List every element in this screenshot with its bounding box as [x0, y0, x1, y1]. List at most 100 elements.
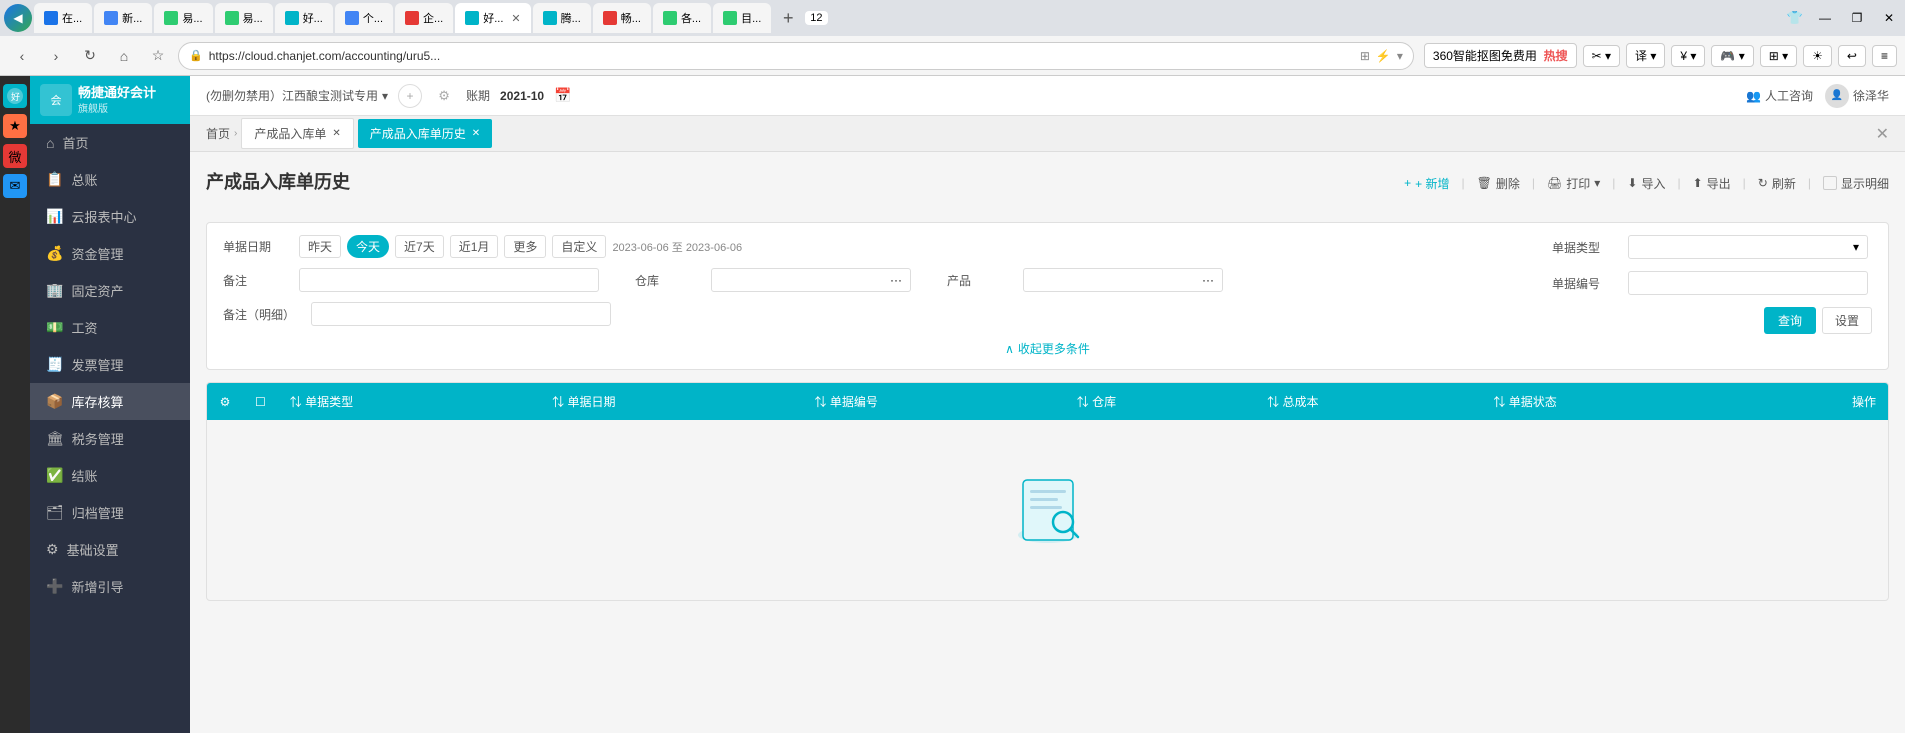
tab-5[interactable]: 好...	[275, 3, 333, 33]
company-selector[interactable]: (勿删勿禁用）江西酿宝测试专用 ▾	[206, 87, 388, 104]
maximize-button[interactable]: ❐	[1845, 6, 1869, 30]
weibo-icon[interactable]: 微	[3, 144, 27, 168]
tab-8-active[interactable]: 好... ✕	[455, 3, 530, 33]
forward-button[interactable]: ›	[42, 42, 70, 70]
nav-item-inventory[interactable]: 📦 库存核算	[30, 383, 190, 420]
show-detail-checkbox[interactable]	[1823, 176, 1837, 190]
tab-2[interactable]: 新...	[94, 3, 152, 33]
date-btn-today[interactable]: 今天	[347, 235, 389, 258]
back-button[interactable]: ‹	[8, 42, 36, 70]
date-btn-more[interactable]: 更多	[504, 235, 546, 258]
tab-bill-history[interactable]: 产成品入库单历史 ✕	[358, 119, 492, 148]
remark-detail-input[interactable]	[311, 302, 611, 326]
settings-gear-icon[interactable]: ⚙	[432, 84, 456, 108]
product-select[interactable]: ···	[1023, 268, 1223, 292]
tab-12[interactable]: 目...	[713, 3, 771, 33]
date-btn-custom[interactable]: 自定义	[552, 235, 606, 258]
game-btn[interactable]: 🎮 ▾	[1711, 45, 1753, 67]
date-btn-7days[interactable]: 近7天	[395, 235, 444, 258]
calendar-icon[interactable]: 📅	[554, 87, 571, 104]
invoice-icon: 🧾	[46, 356, 63, 373]
type-select[interactable]: ▾	[1628, 235, 1868, 259]
new-tab-button[interactable]: +	[773, 3, 803, 33]
nav-item-reports[interactable]: 📊 云报表中心	[30, 198, 190, 235]
translate-btn[interactable]: 译 ▾	[1626, 43, 1665, 68]
tab-bill-list-close[interactable]: ✕	[332, 128, 340, 139]
nav-item-tax[interactable]: 🏛 税务管理	[30, 420, 190, 457]
nav-item-basic[interactable]: ⚙ 基础设置	[30, 531, 190, 568]
close-button[interactable]: ✕	[1877, 6, 1901, 30]
query-buttons: 查询 设置	[1552, 307, 1872, 334]
grid-btn[interactable]: ⊞ ▾	[1760, 45, 1797, 67]
more-btn[interactable]: ≡	[1872, 45, 1897, 67]
tab-7[interactable]: 企...	[395, 3, 453, 33]
tab-9[interactable]: 腾...	[533, 3, 591, 33]
nav-item-checkout[interactable]: ✅ 结账	[30, 457, 190, 494]
tab-bill-history-close[interactable]: ✕	[472, 128, 480, 139]
th-type[interactable]: ⇅ 单据类型	[278, 383, 540, 420]
user-profile[interactable]: 👤 徐泽华	[1825, 84, 1889, 108]
tab-6[interactable]: 个...	[335, 3, 393, 33]
home-button[interactable]: ⌂	[110, 42, 138, 70]
tab-1[interactable]: 在...	[34, 3, 92, 33]
nav-label-general: 总账	[71, 170, 97, 189]
delete-button[interactable]: 🗑 删除	[1477, 175, 1520, 192]
query-button[interactable]: 查询	[1764, 307, 1816, 334]
dropdown-icon[interactable]: ▾	[1397, 49, 1403, 63]
nav-item-general[interactable]: 📋 总账	[30, 161, 190, 198]
show-detail-toggle[interactable]: 显示明细	[1823, 175, 1889, 192]
yuan-btn[interactable]: ¥ ▾	[1671, 45, 1705, 67]
refresh-button[interactable]: ↻ 刷新	[1758, 175, 1796, 192]
minimize-button[interactable]: —	[1813, 6, 1837, 30]
tab-4[interactable]: 易...	[215, 3, 273, 33]
customer-service[interactable]: 👥 人工咨询	[1746, 87, 1813, 104]
tab-bill-list[interactable]: 产成品入库单 ✕	[241, 118, 353, 149]
mail-icon[interactable]: ✉	[3, 174, 27, 198]
empty-state	[207, 420, 1888, 600]
nav-item-new-bill[interactable]: ➕ 新增引导	[30, 568, 190, 605]
nav-item-invoice[interactable]: 🧾 发票管理	[30, 346, 190, 383]
th-number[interactable]: ⇅ 单据编号	[802, 383, 1064, 420]
undo-btn[interactable]: ↩	[1838, 45, 1866, 67]
bookmark-button[interactable]: ☆	[144, 42, 172, 70]
number-input[interactable]	[1628, 271, 1868, 295]
th-gear[interactable]: ⚙	[207, 383, 243, 420]
th-date[interactable]: ⇅ 单据日期	[540, 383, 802, 420]
nav-item-home[interactable]: ⌂ 首页	[30, 124, 190, 161]
tab-11[interactable]: 各...	[653, 3, 711, 33]
nav-item-archive[interactable]: 🗂 归档管理	[30, 494, 190, 531]
nav-item-assets[interactable]: 🏢 固定资产	[30, 272, 190, 309]
date-btn-yesterday[interactable]: 昨天	[299, 235, 341, 258]
nav-item-salary[interactable]: 💵 工资	[30, 309, 190, 346]
nav-item-funds[interactable]: 💰 资金管理	[30, 235, 190, 272]
scissors-btn[interactable]: ✂ ▾	[1583, 45, 1620, 67]
th-warehouse[interactable]: ⇅ 仓库	[1065, 383, 1255, 420]
warehouse-select[interactable]: ···	[711, 268, 911, 292]
filter-settings-button[interactable]: 设置	[1822, 307, 1872, 334]
tab-8-close[interactable]: ✕	[511, 12, 520, 25]
th-status[interactable]: ⇅ 单据状态	[1481, 383, 1743, 420]
remark-input[interactable]	[299, 268, 599, 292]
browser-back-icon[interactable]: ◀	[4, 4, 32, 32]
tab-10[interactable]: 畅...	[593, 3, 651, 33]
date-btn-1month[interactable]: 近1月	[450, 235, 499, 258]
sort-status-icon: ⇅	[1493, 395, 1505, 409]
refresh-button[interactable]: ↻	[76, 42, 104, 70]
theme-btn[interactable]: ☀	[1803, 45, 1832, 67]
add-button[interactable]: + + 新增	[1404, 175, 1449, 192]
collapse-button[interactable]: ∧ 收起更多条件	[223, 340, 1872, 357]
add-company-button[interactable]: +	[398, 84, 422, 108]
breadcrumb-home[interactable]: 首页	[206, 121, 230, 146]
print-button[interactable]: 🖨 打印 ▾	[1547, 175, 1600, 192]
star-icon[interactable]: ★	[3, 114, 27, 138]
th-total-cost[interactable]: ⇅ 总成本	[1255, 383, 1481, 420]
export-button[interactable]: ⬆ 导出	[1693, 175, 1731, 192]
th-checkbox[interactable]: ☐	[243, 383, 278, 420]
page-close-button[interactable]: ✕	[1876, 124, 1889, 144]
tab-3[interactable]: 易...	[154, 3, 212, 33]
url-bar[interactable]: 🔒 https://cloud.chanjet.com/accounting/u…	[178, 42, 1414, 70]
shirt-icon[interactable]: 👕	[1785, 8, 1805, 28]
import-button[interactable]: ⬇ 导入	[1627, 175, 1665, 192]
app-logo[interactable]: 好	[3, 84, 27, 108]
search-btn[interactable]: 360智能抠图免费用 热搜	[1424, 43, 1577, 68]
